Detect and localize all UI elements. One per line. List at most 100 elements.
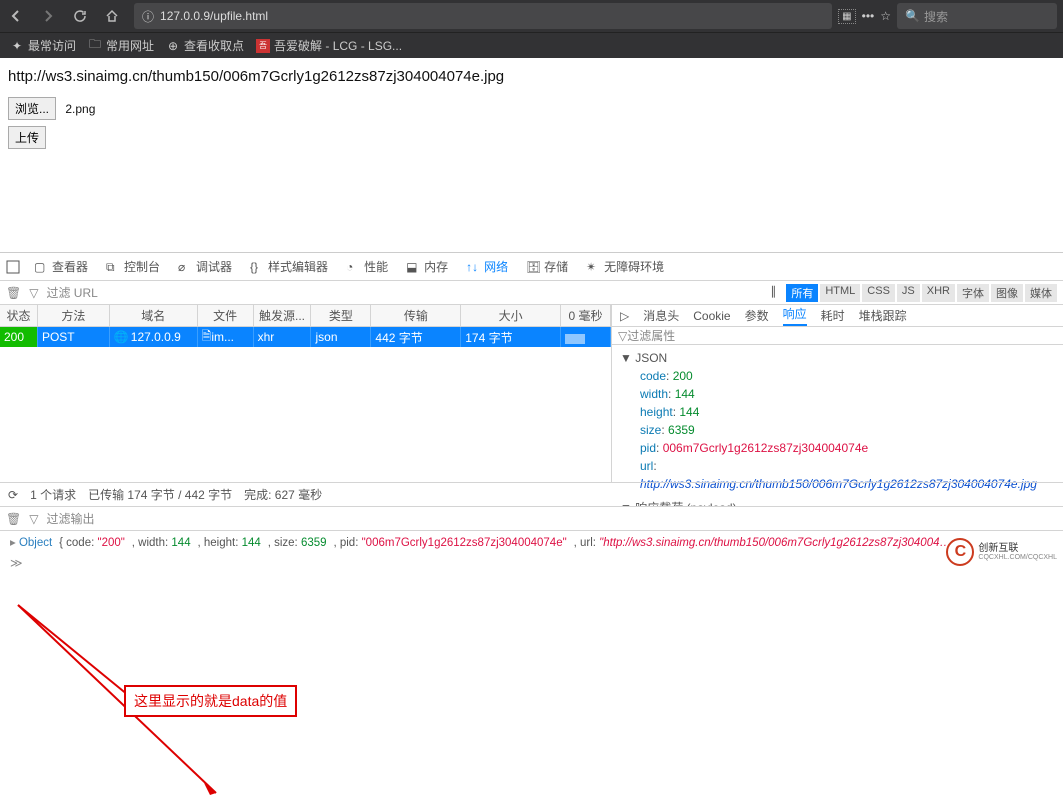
cell-method: POST [38,327,110,347]
col-file[interactable]: 文件 [198,305,254,326]
response-filter[interactable]: ▽ 过滤属性 [612,327,1063,345]
star-icon[interactable]: ☆ [880,9,891,23]
col-domain[interactable]: 域名 [110,305,198,326]
more-icon[interactable]: ••• [862,9,875,23]
tab-accessibility[interactable]: ✴无障碍环境 [582,258,668,275]
pause-icon[interactable]: ∥ [770,284,776,302]
col-size[interactable]: 大小 [461,305,561,326]
trash-icon[interactable]: 🗑 [6,286,21,300]
home-icon [105,9,119,23]
col-transfer[interactable]: 传输 [371,305,461,326]
funnel-icon: ▽ [618,329,627,343]
back-button[interactable] [0,0,32,32]
arrow-right-icon [41,9,55,23]
tab-style-editor[interactable]: {}样式编辑器 [246,258,332,275]
rtab-headers[interactable]: 消息头 [643,307,679,324]
bookmark-pickup[interactable]: ⊕查看收取点 [166,37,244,54]
upload-button[interactable]: 上传 [8,126,46,149]
pill-xhr[interactable]: XHR [922,284,955,302]
reload-small-icon[interactable]: ⟳ [8,488,18,502]
page-actions: ▦ ••• ☆ [838,9,891,24]
forward-button[interactable] [32,0,64,32]
cell-file: 🗎im... [198,327,254,347]
col-cause[interactable]: 触发源... [254,305,312,326]
summary-finish: 完成: 627 毫秒 [244,486,322,503]
home-button[interactable] [96,0,128,32]
browser-toolbar: ⓘ 127.0.0.9/upfile.html ▦ ••• ☆ 🔍 搜索 [0,0,1063,32]
rtab-response[interactable]: 响应 [783,305,807,326]
rtab-params[interactable]: 参数 [745,307,769,324]
rtab-timing[interactable]: 耗时 [821,307,845,324]
summary-requests: 1 个请求 [30,486,76,503]
inspect-icon[interactable] [6,260,20,274]
bookmark-common[interactable]: 🗀常用网址 [88,37,154,54]
page-content: http://ws3.sinaimg.cn/thumb150/006m7Gcrl… [0,58,1063,159]
json-row: code: 200 [640,367,1055,385]
trash-icon[interactable]: 🗑 [6,512,21,526]
tab-network[interactable]: ↑↓网络 [462,258,512,275]
network-icon: ↑↓ [466,260,480,274]
reader-icon[interactable]: ▦ [838,9,855,24]
reload-icon [73,9,87,23]
table-header: 状态 方法 域名 文件 触发源... 类型 传输 大小 0 毫秒 [0,305,611,327]
tab-storage[interactable]: 🗄存储 [522,258,572,275]
col-type[interactable]: 类型 [311,305,371,326]
pill-css[interactable]: CSS [862,284,895,302]
site-icon: 吾 [256,39,270,53]
pill-js[interactable]: JS [897,284,920,302]
sparkle-icon: ✦ [10,39,24,53]
braces-icon: {} [250,260,264,274]
tab-inspector[interactable]: ▢查看器 [30,258,92,275]
json-root[interactable]: ▼ JSON [620,349,1055,367]
bookmark-label: 吾爱破解 - LCG - LSG... [274,37,402,54]
console-filter-input[interactable]: 过滤输出 [46,510,94,527]
bookmark-most-visited[interactable]: ✦ 最常访问 [10,37,76,54]
rtab-cookie[interactable]: Cookie [693,309,730,323]
bookmark-label: 最常访问 [28,37,76,54]
col-status[interactable]: 状态 [0,305,38,326]
toggle-raw-icon[interactable]: ▷ [620,309,629,323]
col-method[interactable]: 方法 [38,305,110,326]
cell-type: json [311,327,371,347]
col-waterfall[interactable]: 0 毫秒 [561,305,611,326]
bookmark-52pojie[interactable]: 吾吾爱破解 - LCG - LSG... [256,37,402,54]
funnel-icon: ▽ [29,512,38,526]
logo-icon: C [946,538,974,566]
tab-debugger[interactable]: ⌀调试器 [174,258,236,275]
search-bar[interactable]: 🔍 搜索 [897,3,1057,29]
watermark-logo: C 创新互联CQCXHL.COM/CQCXHL [946,538,1057,566]
tab-memory[interactable]: ⬓内存 [402,258,452,275]
filter-url-input[interactable]: 过滤 URL [46,284,97,301]
console-prompt[interactable]: ≫ [0,554,1063,572]
json-row: pid: 006m7Gcrly1g2612zs87zj304004074e [640,439,1055,457]
pill-images[interactable]: 图像 [991,284,1023,302]
console-drawer: 🗑 ▽ 过滤输出 ▸ Object { code: "200" , width:… [0,506,1063,586]
rtab-stack[interactable]: 堆栈跟踪 [859,307,907,324]
accessibility-icon: ✴ [586,260,600,274]
table-row[interactable]: 200 POST 🌐127.0.0.9 🗎im... xhr json 442 … [0,327,611,347]
bookmarks-bar: ✦ 最常访问 🗀常用网址 ⊕查看收取点 吾吾爱破解 - LCG - LSG... [0,32,1063,58]
bookmark-label: 查看收取点 [184,37,244,54]
cell-domain: 🌐127.0.0.9 [110,327,198,347]
gauge-icon: ◔ [346,260,360,274]
tab-console[interactable]: ⧉控制台 [102,258,164,275]
search-icon: 🔍 [905,9,920,23]
tab-performance[interactable]: ◔性能 [342,258,392,275]
cell-cause: xhr [254,327,312,347]
lock-icon: 🌐 [114,330,129,344]
cell-waterfall [561,327,611,347]
info-icon: ⓘ [142,8,154,25]
browse-button[interactable]: 浏览... [8,97,56,120]
annotation-label: 这里显示的就是data的值 [124,685,297,717]
pill-fonts[interactable]: 字体 [957,284,989,302]
selected-filename: 2.png [65,102,95,116]
reload-button[interactable] [64,0,96,32]
pill-html[interactable]: HTML [820,284,860,302]
box-icon: ▢ [34,260,48,274]
console-output-line[interactable]: ▸ Object { code: "200" , width: 144 , he… [0,531,1063,554]
pill-all[interactable]: 所有 [786,284,818,302]
right-summary-border [612,482,1063,506]
cell-size: 174 字节 [461,327,561,347]
pill-media[interactable]: 媒体 [1025,284,1057,302]
url-bar[interactable]: ⓘ 127.0.0.9/upfile.html [134,3,832,29]
